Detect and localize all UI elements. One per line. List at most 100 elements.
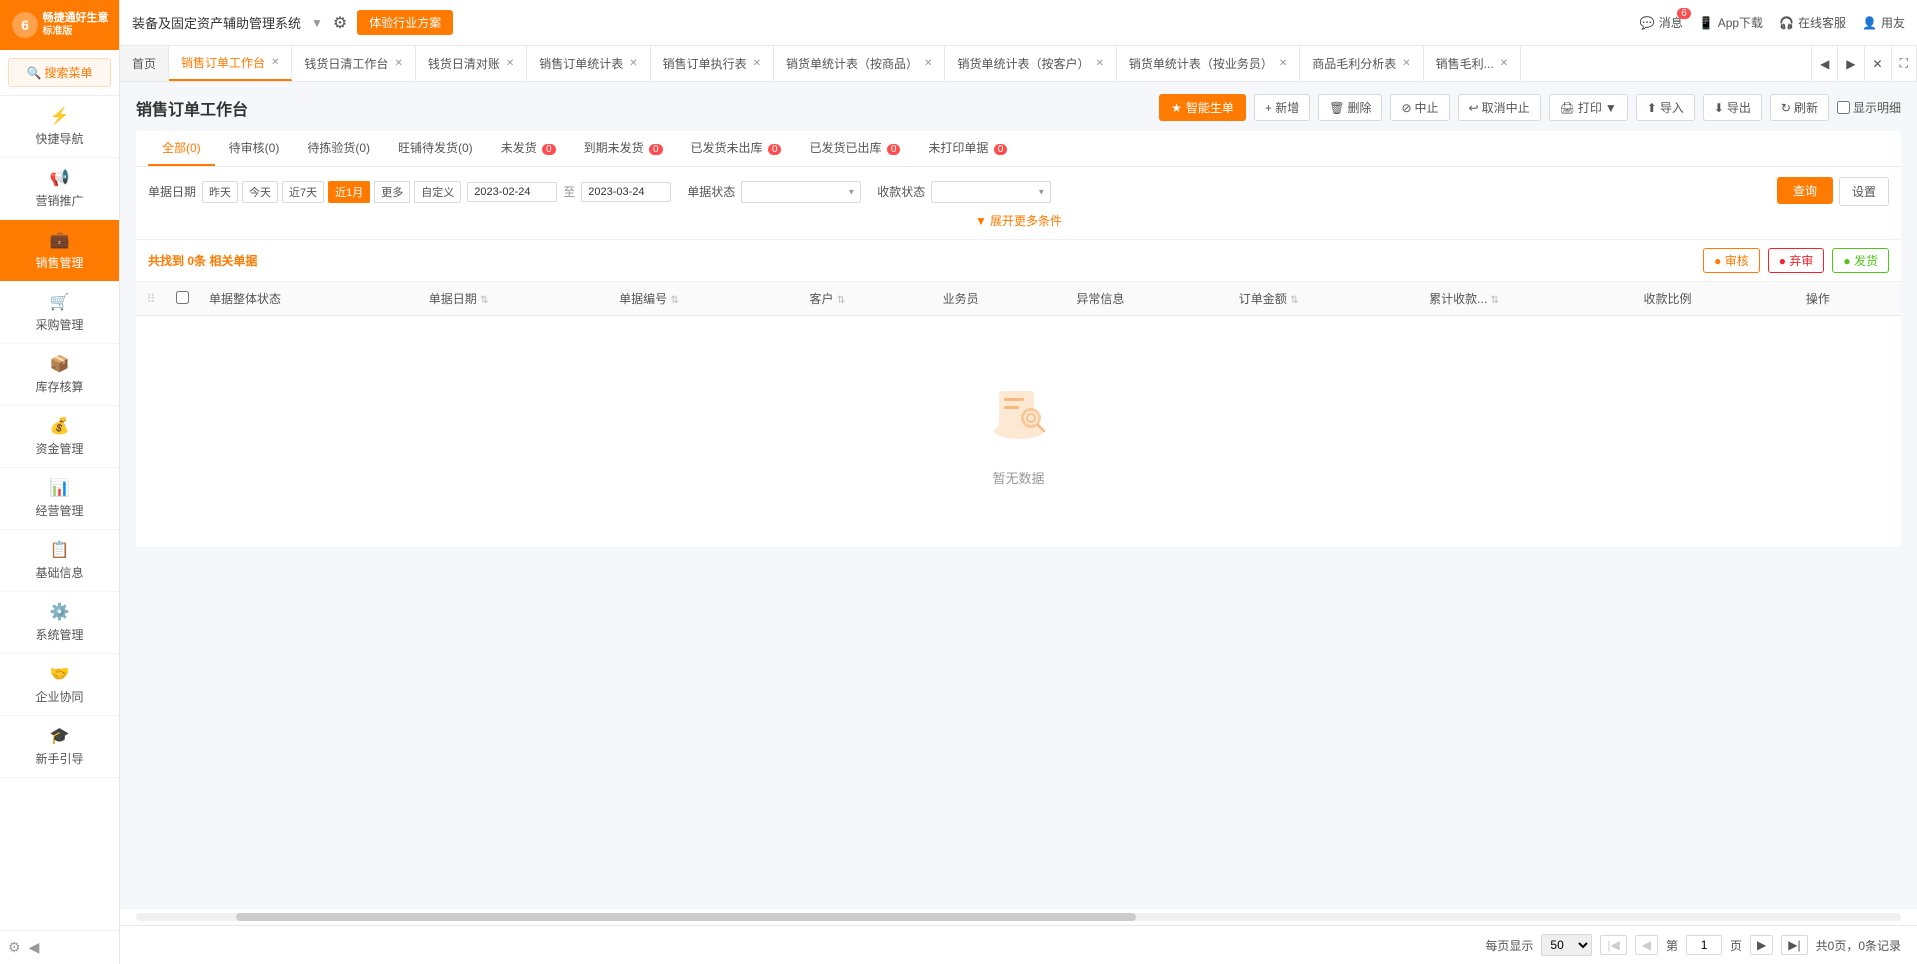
tab-reconcile[interactable]: 钱货日清对账 ✕ [416,46,527,81]
show-detail-checkbox[interactable] [1837,101,1850,114]
system-dropdown-icon[interactable]: ▼ [311,16,323,30]
page-prev-button[interactable]: ◀ [1635,935,1658,955]
sidebar-item-sales[interactable]: 💼 销售管理 [0,220,119,282]
review-button[interactable]: ● 审核 [1703,248,1760,273]
tab-prev-button[interactable]: ◀ [1812,46,1838,81]
filter-tab-unprinted[interactable]: 未打印单据 0 [914,131,1021,166]
settings-bottom-icon[interactable]: ⚙ [8,939,21,956]
date-7days[interactable]: 近7天 [282,181,324,203]
tab-close-margin-analysis[interactable]: ✕ [1402,58,1410,69]
refresh-button[interactable]: ↻ 刷新 [1770,94,1829,121]
print-button[interactable]: 🖨 打印 ▼ [1549,94,1628,121]
import-button[interactable]: ⬆ 导入 [1636,94,1695,121]
show-detail-label[interactable]: 显示明细 [1837,99,1901,116]
basic-info-icon: 📋 [50,540,70,560]
tab-customer-stats[interactable]: 销货单统计表（按客户） ✕ [945,46,1116,81]
col-collected[interactable]: 累计收款... ⇅ [1419,282,1633,316]
filter-tab-overdue-ship[interactable]: 到期未发货 0 [570,131,677,166]
payment-select[interactable] [931,181,1051,203]
date-custom[interactable]: 自定义 [414,181,461,203]
tab-close-sales-margin[interactable]: ✕ [1500,58,1508,69]
user-item[interactable]: 👤 用友 [1862,14,1905,31]
tab-close-sales-order[interactable]: ✕ [271,57,279,68]
export-button[interactable]: ⬇ 导出 [1703,94,1762,121]
date-from-input[interactable] [467,182,557,202]
horizontal-scrollbar[interactable] [136,913,1901,921]
tab-close-all-button[interactable]: ✕ [1865,46,1892,81]
tab-close-reconcile[interactable]: ✕ [506,58,514,69]
filter-tab-shipped-not-out[interactable]: 已发货未出库 0 [677,131,796,166]
sidebar-item-operations[interactable]: 📊 经营管理 [0,468,119,530]
tab-sales-exec[interactable]: 销售订单执行表 ✕ [651,46,774,81]
smart-create-button[interactable]: ★ 智能生单 [1159,94,1246,121]
stop-button[interactable]: ⊘ 中止 [1390,94,1449,121]
message-item[interactable]: 💬 消息 6 [1640,14,1683,31]
tab-sales-margin[interactable]: 销售毛利... ✕ [1424,46,1521,81]
tab-next-button[interactable]: ▶ [1838,46,1864,81]
select-all-checkbox[interactable] [176,291,189,304]
tab-close-sales-stats[interactable]: ✕ [629,58,637,69]
ship-button[interactable]: ● 发货 [1832,248,1889,273]
add-button[interactable]: + 新增 [1254,94,1310,121]
scroll-thumb[interactable] [236,913,1136,921]
search-area: 单据日期 昨天 今天 近7天 近1月 更多 自定义 至 单据状态 [136,167,1901,240]
page-number-input[interactable] [1686,935,1722,955]
tab-close-customer-stats[interactable]: ✕ [1095,58,1103,69]
cancel-stop-button[interactable]: ↩ 取消中止 [1458,94,1541,121]
online-service-item[interactable]: 🎧 在线客服 [1779,14,1846,31]
delete-button[interactable]: 🗑 删除 [1318,94,1382,121]
page-next-button[interactable]: ▶ [1750,935,1773,955]
col-date[interactable]: 单据日期 ⇅ [419,282,609,316]
col-customer[interactable]: 客户 ⇅ [800,282,933,316]
expand-conditions-button[interactable]: ▼ 展开更多条件 [975,212,1062,229]
sidebar-item-finance[interactable]: 💰 资金管理 [0,406,119,468]
date-yesterday[interactable]: 昨天 [202,181,238,203]
app-download-item[interactable]: 📱 App下载 [1699,14,1763,31]
tab-close-sales-exec[interactable]: ✕ [753,58,761,69]
filter-tab-pending-check[interactable]: 待拣验货(0) [293,131,384,166]
tab-maximize-button[interactable]: ⛶ [1892,46,1917,81]
cancel-stop-icon: ↩ [1469,101,1479,115]
sidebar-item-inventory[interactable]: 📦 库存核算 [0,344,119,406]
date-more[interactable]: 更多 [374,181,410,203]
filter-tab-shipped-out[interactable]: 已发货已出库 0 [795,131,914,166]
tab-sales-order[interactable]: 销售订单工作台 ✕ [169,46,292,81]
tab-goods-stats[interactable]: 销货单统计表（按商品） ✕ [774,46,945,81]
tab-margin-analysis[interactable]: 商品毛利分析表 ✕ [1300,46,1423,81]
date-to-input[interactable] [581,182,671,202]
sidebar-item-purchase[interactable]: 🛒 采购管理 [0,282,119,344]
filter-tab-unshipped[interactable]: 未发货 0 [487,131,570,166]
sidebar-item-quick-nav[interactable]: ⚡ 快捷导航 [0,96,119,158]
date-1month[interactable]: 近1月 [328,181,370,203]
tab-close-daily-clear[interactable]: ✕ [394,58,402,69]
tab-daily-clear[interactable]: 钱货日清工作台 ✕ [292,46,415,81]
filter-tab-all[interactable]: 全部(0) [148,131,215,166]
date-today[interactable]: 今天 [242,181,278,203]
filter-tab-pending-review[interactable]: 待审核(0) [215,131,294,166]
header-settings-icon[interactable]: ⚙ [333,13,347,33]
solution-button[interactable]: 体验行业方案 [357,10,453,35]
tab-close-goods-stats[interactable]: ✕ [924,58,932,69]
search-settings-button[interactable]: 设置 [1839,177,1889,206]
sidebar-item-guide[interactable]: 🎓 新手引导 [0,716,119,778]
tab-close-staff-stats[interactable]: ✕ [1279,58,1287,69]
tab-sales-stats[interactable]: 销售订单统计表 ✕ [527,46,650,81]
filter-tab-wangpu-ship[interactable]: 旺铺待发货(0) [384,131,487,166]
col-number[interactable]: 单据编号 ⇅ [609,282,799,316]
page-last-button[interactable]: ▶| [1781,935,1807,955]
search-menu-button[interactable]: 🔍 搜索菜单 [8,58,111,87]
sidebar-item-enterprise[interactable]: 🤝 企业协同 [0,654,119,716]
sidebar-item-system[interactable]: ⚙️ 系统管理 [0,592,119,654]
collapse-icon[interactable]: ◀ [29,939,40,956]
date-label: 单据日期 [148,183,196,200]
sidebar-item-basic-info[interactable]: 📋 基础信息 [0,530,119,592]
per-page-select[interactable]: 50 20 100 [1541,934,1592,956]
status-select[interactable] [741,181,861,203]
sidebar-item-marketing[interactable]: 📢 营销推广 [0,158,119,220]
col-amount[interactable]: 订单金额 ⇅ [1229,282,1419,316]
page-first-button[interactable]: |◀ [1600,935,1626,955]
cancel-review-button[interactable]: ● 弃审 [1768,248,1825,273]
query-button[interactable]: 查询 [1777,177,1833,204]
tab-staff-stats[interactable]: 销货单统计表（按业务员） ✕ [1117,46,1300,81]
tab-home[interactable]: 首页 [120,46,169,81]
